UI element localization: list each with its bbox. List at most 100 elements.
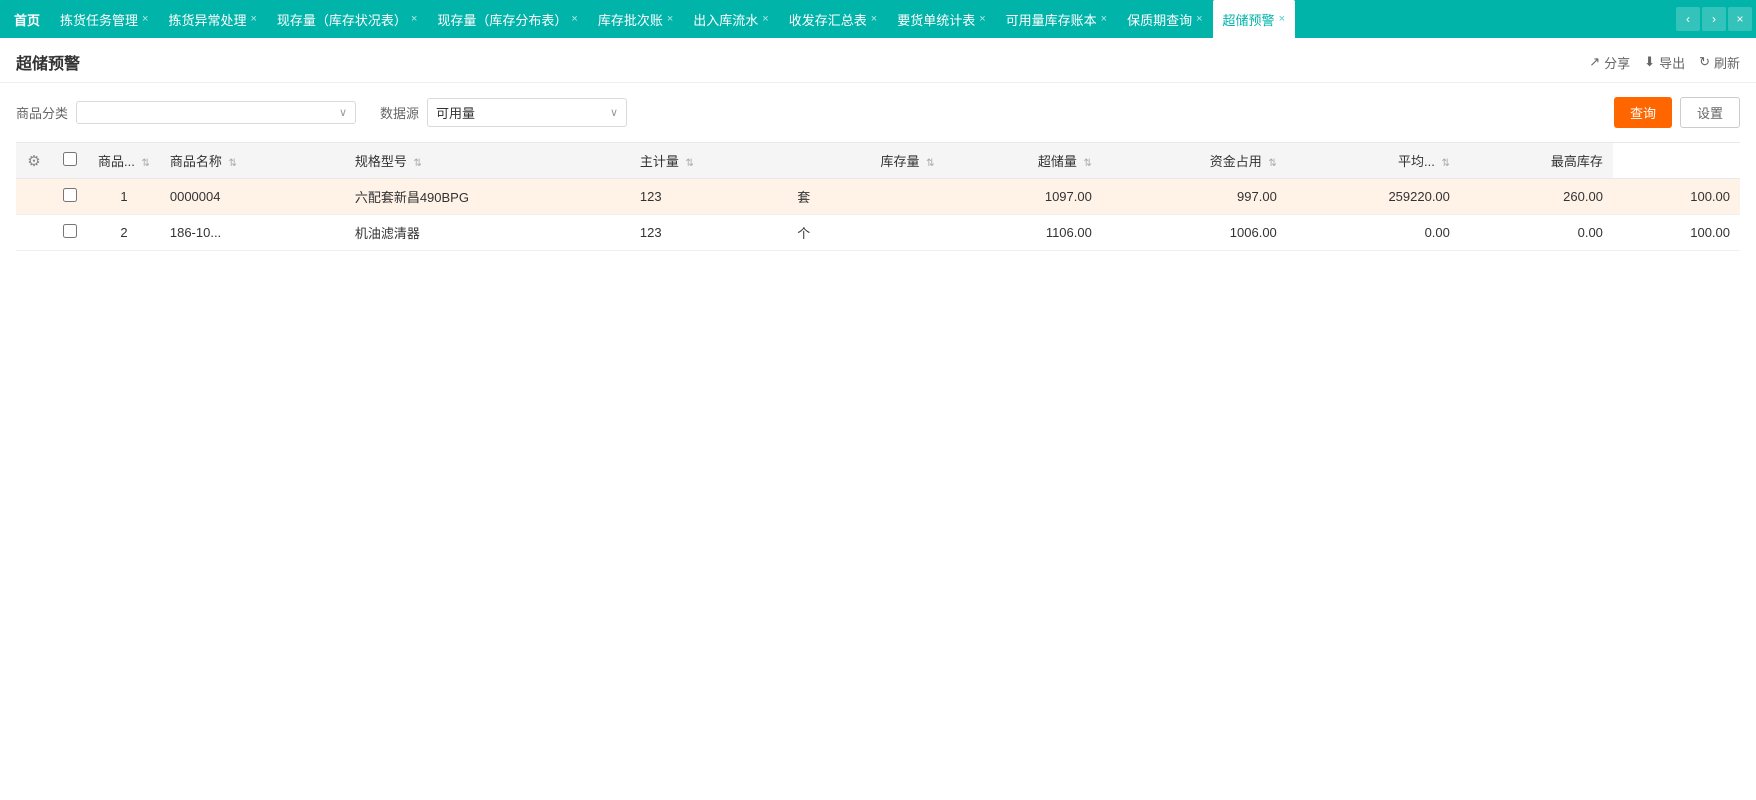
col-header-stock[interactable]: 库存量 ⇅ xyxy=(787,143,944,179)
nav-close-9[interactable]: × xyxy=(1196,13,1202,25)
row-max-stock-0: 100.00 xyxy=(1613,179,1740,215)
nav-close-7[interactable]: × xyxy=(979,13,985,25)
sort-icon-unit: ⇅ xyxy=(686,158,694,169)
nav-item-6[interactable]: 收发存汇总表 × xyxy=(779,0,887,38)
col-header-max-stock[interactable]: 最高库存 xyxy=(1460,143,1613,179)
share-icon: ↗ xyxy=(1589,54,1600,70)
nav-close-5[interactable]: × xyxy=(762,13,768,25)
table-wrapper: ⚙ 商品... ⇅ 商品名称 ⇅ 规格型号 ⇅ 主计量 xyxy=(0,142,1756,251)
nav-close-all-button[interactable]: × xyxy=(1728,7,1752,31)
col-header-avg[interactable]: 平均... ⇅ xyxy=(1287,143,1460,179)
nav-close-0[interactable]: × xyxy=(142,13,148,25)
row-overage-1: 1006.00 xyxy=(1102,215,1287,251)
nav-item-5[interactable]: 出入库流水 × xyxy=(683,0,778,38)
page-title: 超储预警 xyxy=(16,50,80,74)
page-header: 超储预警 ↗ 分享 ⬇ 导出 ↻ 刷新 xyxy=(0,38,1756,83)
table-row: 2 186-10... 机油滤清器 123 个 1106.00 1006.00 … xyxy=(16,215,1740,251)
category-select[interactable]: ∨ xyxy=(76,101,356,124)
refresh-icon: ↻ xyxy=(1699,54,1710,70)
col-header-spec[interactable]: 规格型号 ⇅ xyxy=(345,143,630,179)
export-icon: ⬇ xyxy=(1644,54,1655,70)
row-overage-0: 997.00 xyxy=(1102,179,1287,215)
nav-next-button[interactable]: › xyxy=(1702,7,1726,31)
nav-item-2[interactable]: 现存量（库存状况表） × xyxy=(267,0,427,38)
nav-item-0[interactable]: 拣货任务管理 × xyxy=(50,0,158,38)
select-all-checkbox[interactable] xyxy=(63,152,77,166)
row-num-1: 2 xyxy=(88,215,160,251)
row-unit-0: 套 xyxy=(787,179,944,215)
row-checkbox-1[interactable] xyxy=(63,224,77,238)
sort-icon-avg: ⇅ xyxy=(1442,158,1450,169)
settings-button[interactable]: 设置 xyxy=(1680,97,1740,128)
nav-close-3[interactable]: × xyxy=(571,13,577,25)
nav-close-6[interactable]: × xyxy=(871,13,877,25)
col-header-overage[interactable]: 超储量 ⇅ xyxy=(945,143,1102,179)
sort-icon-stock: ⇅ xyxy=(926,158,934,169)
row-stock-1: 1106.00 xyxy=(945,215,1102,251)
row-avg-1: 0.00 xyxy=(1460,215,1613,251)
filter-area: 商品分类 ∨ 数据源 可用量 ∨ 查询 设置 xyxy=(0,83,1756,142)
sort-icon-overage: ⇅ xyxy=(1083,158,1091,169)
col-header-capital[interactable]: 资金占用 ⇅ xyxy=(1102,143,1287,179)
nav-close-10[interactable]: × xyxy=(1279,13,1285,25)
sort-icon-product-code: ⇅ xyxy=(141,158,149,169)
row-num-0: 1 xyxy=(88,179,160,215)
row-checkbox-0[interactable] xyxy=(63,188,77,202)
row-capital-0: 259220.00 xyxy=(1287,179,1460,215)
datasource-select[interactable]: 可用量 ∨ xyxy=(427,98,627,127)
table-header-row: ⚙ 商品... ⇅ 商品名称 ⇅ 规格型号 ⇅ 主计量 xyxy=(16,143,1740,179)
col-header-check[interactable] xyxy=(52,143,88,179)
col-header-unit[interactable]: 主计量 ⇅ xyxy=(630,143,787,179)
row-check-0[interactable] xyxy=(52,179,88,215)
data-table: ⚙ 商品... ⇅ 商品名称 ⇅ 规格型号 ⇅ 主计量 xyxy=(16,142,1740,251)
nav-item-1[interactable]: 拣货异常处理 × xyxy=(158,0,266,38)
col-header-product-code[interactable]: 商品... ⇅ xyxy=(88,143,160,179)
sort-icon-spec: ⇅ xyxy=(413,158,421,169)
nav-item-4[interactable]: 库存批次账 × xyxy=(588,0,683,38)
nav-item-9[interactable]: 保质期查询 × xyxy=(1117,0,1212,38)
nav-item-3[interactable]: 现存量（库存分布表） × xyxy=(427,0,587,38)
row-product-code-0: 0000004 xyxy=(160,179,345,215)
nav-item-10[interactable]: 超储预警 × xyxy=(1213,0,1295,38)
nav-prev-button[interactable]: ‹ xyxy=(1676,7,1700,31)
nav-item-8[interactable]: 可用量库存账本 × xyxy=(996,0,1117,38)
row-product-name-1: 机油滤清器 xyxy=(345,215,630,251)
col-header-product-name[interactable]: 商品名称 ⇅ xyxy=(160,143,345,179)
row-product-code-1: 186-10... xyxy=(160,215,345,251)
row-capital-1: 0.00 xyxy=(1287,215,1460,251)
row-settings-0[interactable] xyxy=(16,179,52,215)
datasource-select-arrow-icon: ∨ xyxy=(610,106,618,119)
top-navigation: 首页 拣货任务管理 × 拣货异常处理 × 现存量（库存状况表） × 现存量（库存… xyxy=(0,0,1756,38)
share-button[interactable]: ↗ 分享 xyxy=(1589,53,1630,72)
nav-close-2[interactable]: × xyxy=(411,13,417,25)
col-header-settings[interactable]: ⚙ xyxy=(16,143,52,179)
nav-item-7[interactable]: 要货单统计表 × xyxy=(887,0,995,38)
table-body: 1 0000004 六配套新昌490BPG 123 套 1097.00 997.… xyxy=(16,179,1740,251)
row-stock-0: 1097.00 xyxy=(945,179,1102,215)
table-row: 1 0000004 六配套新昌490BPG 123 套 1097.00 997.… xyxy=(16,179,1740,215)
category-filter: 商品分类 ∨ xyxy=(16,101,356,124)
nav-arrow-group: ‹ › × xyxy=(1676,7,1752,31)
refresh-button[interactable]: ↻ 刷新 xyxy=(1699,53,1740,72)
row-spec-0: 123 xyxy=(630,179,787,215)
nav-home[interactable]: 首页 xyxy=(4,0,50,38)
nav-close-1[interactable]: × xyxy=(250,13,256,25)
row-max-stock-1: 100.00 xyxy=(1613,215,1740,251)
row-product-name-0: 六配套新昌490BPG xyxy=(345,179,630,215)
category-select-arrow-icon: ∨ xyxy=(339,106,347,119)
sort-icon-capital: ⇅ xyxy=(1268,158,1276,169)
row-spec-1: 123 xyxy=(630,215,787,251)
export-button[interactable]: ⬇ 导出 xyxy=(1644,53,1685,72)
datasource-filter: 数据源 可用量 ∨ xyxy=(380,98,627,127)
row-unit-1: 个 xyxy=(787,215,944,251)
gear-icon: ⚙ xyxy=(27,153,40,170)
filter-buttons: 查询 设置 xyxy=(1614,97,1740,128)
datasource-label: 数据源 xyxy=(380,103,419,122)
nav-close-8[interactable]: × xyxy=(1101,13,1107,25)
header-actions: ↗ 分享 ⬇ 导出 ↻ 刷新 xyxy=(1589,53,1740,72)
nav-close-4[interactable]: × xyxy=(667,13,673,25)
row-check-1[interactable] xyxy=(52,215,88,251)
query-button[interactable]: 查询 xyxy=(1614,97,1672,128)
row-settings-1[interactable] xyxy=(16,215,52,251)
sort-icon-product-name: ⇅ xyxy=(229,158,237,169)
